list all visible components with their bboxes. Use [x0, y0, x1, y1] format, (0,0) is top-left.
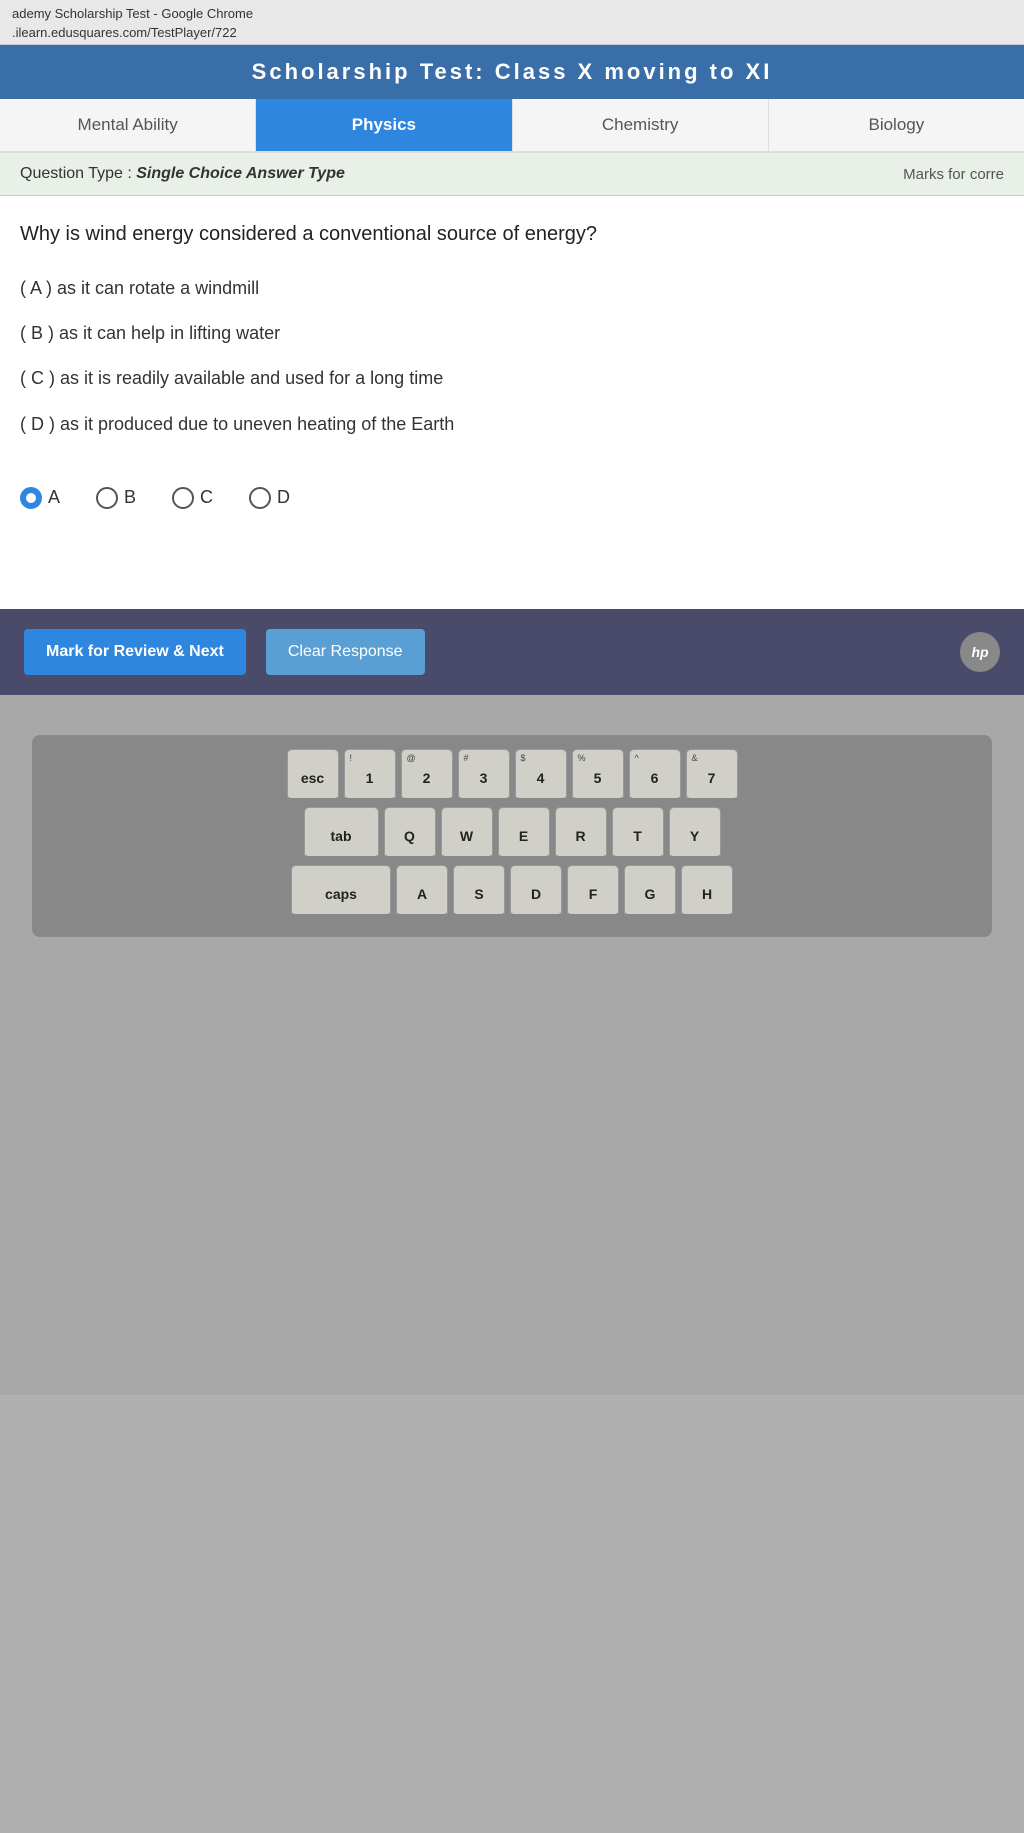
- answer-label-D: D: [277, 487, 290, 508]
- key-a[interactable]: A: [396, 865, 448, 917]
- key-caps[interactable]: caps: [291, 865, 391, 917]
- answer-option-B[interactable]: B: [96, 487, 136, 509]
- key-h[interactable]: H: [681, 865, 733, 917]
- tab-physics[interactable]: Physics: [256, 99, 512, 151]
- radio-D[interactable]: [249, 487, 271, 509]
- question-text: Why is wind energy considered a conventi…: [20, 220, 1004, 248]
- screen-content: Scholarship Test: Class X moving to XI M…: [0, 45, 1024, 695]
- bottom-action-bar: Mark for Review & Next Clear Response hp: [0, 609, 1024, 695]
- tab-mental-ability[interactable]: Mental Ability: [0, 99, 256, 151]
- option-B[interactable]: ( B ) as it can help in lifting water: [20, 321, 1004, 346]
- tabs-bar: Mental Ability Physics Chemistry Biology: [0, 99, 1024, 153]
- tab-biology[interactable]: Biology: [769, 99, 1024, 151]
- key-2[interactable]: @2: [401, 749, 453, 801]
- key-s[interactable]: S: [453, 865, 505, 917]
- keyboard: esc !1 @2 #3 $4 %5 ^6 &7 tab Q W E R T Y…: [32, 735, 992, 937]
- answer-option-A[interactable]: A: [20, 487, 60, 509]
- kb-row-2: tab Q W E R T Y: [42, 807, 982, 859]
- page-header: Scholarship Test: Class X moving to XI: [0, 45, 1024, 99]
- key-3[interactable]: #3: [458, 749, 510, 801]
- keyboard-area: esc !1 @2 #3 $4 %5 ^6 &7 tab Q W E R T Y…: [0, 695, 1024, 1395]
- key-t[interactable]: T: [612, 807, 664, 859]
- answer-option-D[interactable]: D: [249, 487, 290, 509]
- kb-row-3: caps A S D F G H: [42, 865, 982, 917]
- question-body: Why is wind energy considered a conventi…: [0, 196, 1024, 477]
- option-C[interactable]: ( C ) as it is readily available and use…: [20, 366, 1004, 391]
- browser-url: .ilearn.edusquares.com/TestPlayer/722: [12, 25, 1012, 40]
- key-tab[interactable]: tab: [304, 807, 379, 859]
- key-r[interactable]: R: [555, 807, 607, 859]
- option-D[interactable]: ( D ) as it produced due to uneven heati…: [20, 412, 1004, 437]
- answer-label-B: B: [124, 487, 136, 508]
- key-4[interactable]: $4: [515, 749, 567, 801]
- radio-C[interactable]: [172, 487, 194, 509]
- question-type-value: Single Choice Answer Type: [136, 165, 345, 182]
- key-e[interactable]: E: [498, 807, 550, 859]
- hp-logo: hp: [960, 632, 1000, 672]
- key-y[interactable]: Y: [669, 807, 721, 859]
- radio-B[interactable]: [96, 487, 118, 509]
- answer-selection-row: A B C D: [0, 477, 1024, 529]
- answer-label-A: A: [48, 487, 60, 508]
- kb-row-1: esc !1 @2 #3 $4 %5 ^6 &7: [42, 749, 982, 801]
- question-type-bar: Question Type : Single Choice Answer Typ…: [0, 153, 1024, 196]
- key-5[interactable]: %5: [572, 749, 624, 801]
- key-g[interactable]: G: [624, 865, 676, 917]
- question-section: Question Type : Single Choice Answer Typ…: [0, 153, 1024, 695]
- key-1[interactable]: !1: [344, 749, 396, 801]
- key-7[interactable]: &7: [686, 749, 738, 801]
- question-type-label: Question Type : Single Choice Answer Typ…: [20, 165, 345, 183]
- answer-option-C[interactable]: C: [172, 487, 213, 509]
- key-esc[interactable]: esc: [287, 749, 339, 801]
- key-6[interactable]: ^6: [629, 749, 681, 801]
- question-type-prefix: Question Type :: [20, 165, 136, 182]
- browser-title: ademy Scholarship Test - Google Chrome: [12, 6, 1012, 21]
- clear-response-button[interactable]: Clear Response: [266, 629, 425, 675]
- key-d[interactable]: D: [510, 865, 562, 917]
- key-q[interactable]: Q: [384, 807, 436, 859]
- option-A[interactable]: ( A ) as it can rotate a windmill: [20, 276, 1004, 301]
- header-title: Scholarship Test: Class X moving to XI: [20, 59, 1004, 85]
- mark-review-button[interactable]: Mark for Review & Next: [24, 629, 246, 675]
- options-list: ( A ) as it can rotate a windmill ( B ) …: [20, 276, 1004, 437]
- answer-label-C: C: [200, 487, 213, 508]
- radio-A[interactable]: [20, 487, 42, 509]
- marks-label: Marks for corre: [903, 166, 1004, 183]
- key-f[interactable]: F: [567, 865, 619, 917]
- key-w[interactable]: W: [441, 807, 493, 859]
- browser-chrome: ademy Scholarship Test - Google Chrome .…: [0, 0, 1024, 45]
- tab-chemistry[interactable]: Chemistry: [513, 99, 769, 151]
